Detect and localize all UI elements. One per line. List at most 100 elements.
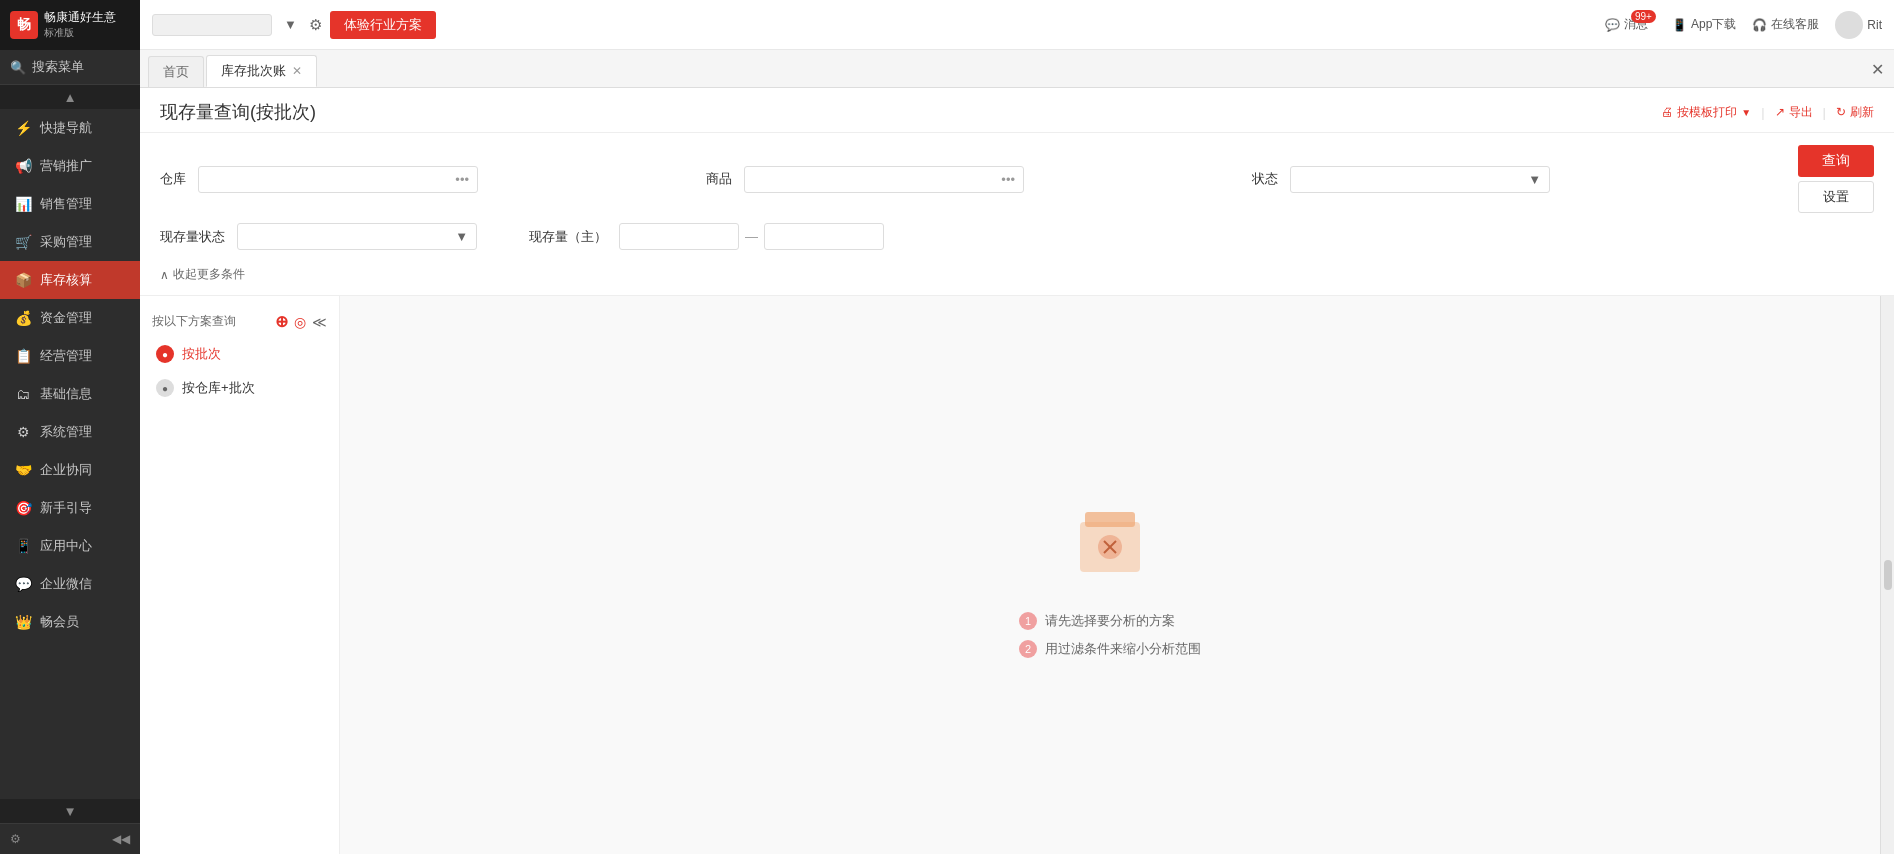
panel-icon-warehouse-batch: ● [156, 379, 174, 397]
collapse-sidebar-icon[interactable]: ◀◀ [112, 832, 130, 846]
sidebar-item-purchase[interactable]: 🛒 采购管理 [0, 223, 140, 261]
topbar-gear-icon[interactable]: ⚙ [309, 16, 322, 34]
message-icon: 💬 [1605, 18, 1620, 32]
sidebar-item-system[interactable]: ⚙ 系统管理 [0, 413, 140, 451]
sidebar-item-basics[interactable]: 🗂 基础信息 [0, 375, 140, 413]
sidebar-label-operations: 经营管理 [40, 347, 92, 365]
sidebar-item-sales[interactable]: 📊 销售管理 [0, 185, 140, 223]
qty-min-input[interactable] [619, 223, 739, 250]
sidebar-search[interactable]: 🔍 搜索菜单 [0, 50, 140, 85]
data-area: 1 请先选择要分析的方案 2 用过滤条件来缩小分析范围 [340, 296, 1880, 854]
page-title: 现存量查询(按批次) [160, 100, 316, 124]
panel-label-batch: 按批次 [182, 345, 221, 363]
collapse-row: ∧ 收起更多条件 [160, 260, 1874, 283]
sidebar-brand: 畅康通好生意 标准版 [44, 10, 116, 40]
collapse-btn[interactable]: ∧ 收起更多条件 [160, 266, 1874, 283]
app-download-btn[interactable]: 📱 App下载 [1672, 16, 1736, 33]
left-panel-actions: ⊕ ◎ ≪ [275, 312, 327, 331]
sidebar-item-inventory[interactable]: 📦 库存核算 [0, 261, 140, 299]
sidebar-item-member[interactable]: 👑 畅会员 [0, 603, 140, 641]
qty-range-filter: 现存量（主） — [529, 223, 884, 250]
left-panel-header: 按以下方案查询 ⊕ ◎ ≪ [140, 306, 339, 337]
sidebar-item-marketing[interactable]: 📢 营销推广 [0, 147, 140, 185]
sidebar-item-finance[interactable]: 💰 资金管理 [0, 299, 140, 337]
sidebar-label-wechat: 企业微信 [40, 575, 92, 593]
query-btn[interactable]: 查询 [1798, 145, 1874, 177]
sidebar-scroll-up[interactable]: ▲ [0, 85, 140, 109]
tab-panel-close-icon[interactable]: ✕ [1861, 50, 1894, 88]
filter-row-2: 现存量状态 ▼ 现存量（主） — [160, 223, 1874, 250]
status-select[interactable]: ▼ [1290, 166, 1550, 193]
sidebar-edition: 标准版 [44, 26, 116, 40]
content-area: 按以下方案查询 ⊕ ◎ ≪ ● 按批次 ● 按仓库+批次 [140, 296, 1894, 854]
experience-btn[interactable]: 体验行业方案 [330, 11, 436, 39]
panel-item-warehouse-batch[interactable]: ● 按仓库+批次 [140, 371, 339, 405]
warehouse-input[interactable]: ••• [198, 166, 478, 193]
tip-num-2: 2 [1019, 640, 1037, 658]
status-filter: 状态 ▼ [1252, 166, 1786, 193]
purchase-icon: 🛒 [14, 233, 32, 251]
empty-tip-2: 2 用过滤条件来缩小分析范围 [1019, 640, 1201, 658]
user-profile-btn[interactable]: Rit [1835, 11, 1882, 39]
product-input[interactable]: ••• [744, 166, 1024, 193]
panel-set-btn[interactable]: ◎ [294, 314, 306, 330]
inventory-status-select[interactable]: ▼ [237, 223, 477, 250]
empty-tips: 1 请先选择要分析的方案 2 用过滤条件来缩小分析范围 [1019, 612, 1201, 658]
refresh-icon: ↻ [1836, 105, 1846, 119]
export-btn[interactable]: ↗ 导出 [1775, 104, 1813, 121]
qty-max-input[interactable] [764, 223, 884, 250]
sidebar-item-quick-nav[interactable]: ⚡ 快捷导航 [0, 109, 140, 147]
dropdown-icon: ▼ [1741, 107, 1751, 118]
sidebar-item-operations[interactable]: 📋 经营管理 [0, 337, 140, 375]
warehouse-more-icon[interactable]: ••• [455, 172, 469, 187]
panel-item-batch[interactable]: ● 按批次 [140, 337, 339, 371]
sidebar-item-cooperation[interactable]: 🤝 企业协同 [0, 451, 140, 489]
empty-tip-1: 1 请先选择要分析的方案 [1019, 612, 1201, 630]
sidebar-item-wechat[interactable]: 💬 企业微信 [0, 565, 140, 603]
inventory-status-filter: 现存量状态 ▼ [160, 223, 477, 250]
product-label: 商品 [706, 170, 732, 188]
export-icon: ↗ [1775, 105, 1785, 119]
left-panel-title: 按以下方案查询 [152, 313, 236, 330]
panel-add-btn[interactable]: ⊕ [275, 312, 288, 331]
search-icon: 🔍 [10, 60, 26, 75]
settings-btn[interactable]: 设置 [1798, 181, 1874, 213]
sidebar-scroll-down[interactable]: ▼ [0, 799, 140, 823]
tab-inventory-batch[interactable]: 库存批次账✕ [206, 55, 317, 87]
app-logo: 畅 [10, 11, 38, 39]
qty-label: 现存量（主） [529, 228, 607, 246]
product-more-icon[interactable]: ••• [1001, 172, 1015, 187]
topbar-nav-input[interactable] [152, 14, 272, 36]
warehouse-label: 仓库 [160, 170, 186, 188]
settings-icon[interactable]: ⚙ [10, 832, 21, 846]
headset-icon: 🎧 [1752, 18, 1767, 32]
topbar: ▼ ⚙ 体验行业方案 💬 消息 99+ 📱 App下载 🎧 在线客服 [140, 0, 1894, 50]
sales-icon: 📊 [14, 195, 32, 213]
panel-collapse-btn[interactable]: ≪ [312, 314, 327, 330]
page-content: 现存量查询(按批次) 🖨 按模板打印 ▼ | ↗ 导出 | ↻ [140, 88, 1894, 854]
sidebar-label-inventory: 库存核算 [40, 271, 92, 289]
tab-home[interactable]: 首页 [148, 56, 204, 87]
tab-label-home: 首页 [163, 63, 189, 81]
topbar-dropdown-icon[interactable]: ▼ [280, 15, 301, 34]
print-template-btn[interactable]: 🖨 按模板打印 ▼ [1661, 104, 1751, 121]
sidebar-label-basics: 基础信息 [40, 385, 92, 403]
sidebar-label-quick-nav: 快捷导航 [40, 119, 92, 137]
sidebar-nav: ⚡ 快捷导航 📢 营销推广 📊 销售管理 🛒 采购管理 📦 库存核算 💰 资金管… [0, 109, 140, 799]
right-scrollbar[interactable] [1880, 296, 1894, 854]
sidebar-label-member: 畅会员 [40, 613, 79, 631]
filter-area: 仓库 ••• 商品 ••• 状态 [140, 133, 1894, 296]
sidebar-item-newbie[interactable]: 🎯 新手引导 [0, 489, 140, 527]
sidebar-header: 畅 畅康通好生意 标准版 [0, 0, 140, 50]
page-header: 现存量查询(按批次) 🖨 按模板打印 ▼ | ↗ 导出 | ↻ [140, 88, 1894, 133]
operations-icon: 📋 [14, 347, 32, 365]
action-buttons: 查询 设置 [1798, 145, 1874, 213]
scrollbar-thumb [1884, 560, 1892, 590]
messages-btn[interactable]: 💬 消息 99+ [1605, 16, 1648, 33]
product-filter: 商品 ••• [706, 166, 1240, 193]
tab-close-inventory-batch[interactable]: ✕ [292, 64, 302, 78]
sidebar-item-app-center[interactable]: 📱 应用中心 [0, 527, 140, 565]
customer-service-btn[interactable]: 🎧 在线客服 [1752, 16, 1819, 33]
refresh-btn[interactable]: ↻ 刷新 [1836, 104, 1874, 121]
phone-icon: 📱 [1672, 18, 1687, 32]
